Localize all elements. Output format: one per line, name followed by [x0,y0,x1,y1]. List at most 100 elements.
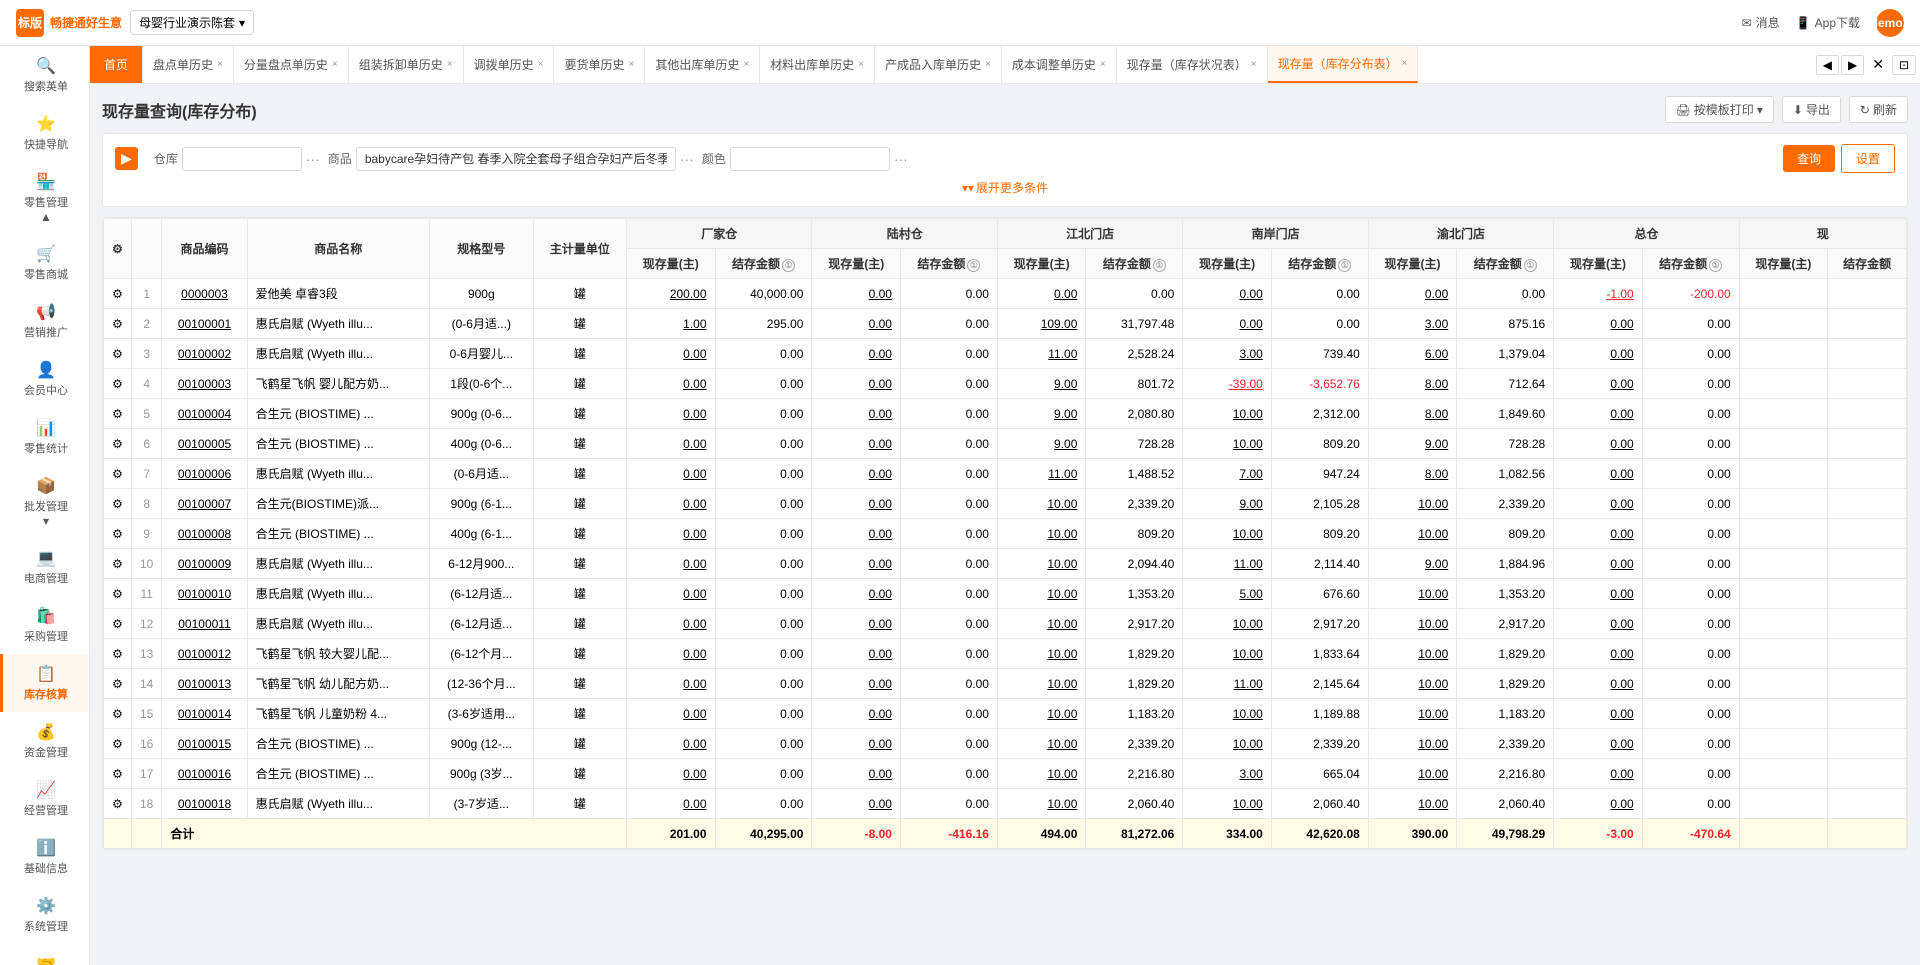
row-code[interactable]: 00100005 [162,429,247,459]
row-wh3-qty[interactable]: 0.00 [1183,309,1271,339]
row-code[interactable]: 00100016 [162,759,247,789]
close-batch-stocktake[interactable]: × [332,59,338,70]
row-code[interactable]: 00100006 [162,459,247,489]
row-code[interactable]: 00100018 [162,789,247,819]
query-btn[interactable]: 查询 [1783,145,1835,172]
row-wh2-qty[interactable]: 9.00 [997,399,1085,429]
row-wh1-qty[interactable]: 0.00 [812,549,900,579]
row-wh1-qty[interactable]: 0.00 [812,309,900,339]
sidebar-item-basic[interactable]: ℹ️ 基础信息 [0,828,89,886]
row-gear[interactable]: ⚙ [104,699,132,729]
row-wh5-qty[interactable]: 0.00 [1554,759,1642,789]
row-wh0-qty[interactable]: 0.00 [627,789,715,819]
expand-more-btn[interactable]: ▾▾ 展开更多条件 [962,179,1048,196]
app-download-btn[interactable]: 📱 App下载 [1796,14,1860,31]
row-code[interactable]: 00100014 [162,699,247,729]
row-gear[interactable]: ⚙ [104,639,132,669]
nav-next-btn[interactable]: ▶ [1841,55,1864,75]
row-gear[interactable]: ⚙ [104,789,132,819]
row-wh5-qty[interactable]: 0.00 [1554,789,1642,819]
row-gear[interactable]: ⚙ [104,579,132,609]
row-wh2-qty[interactable]: 10.00 [997,519,1085,549]
row-wh1-qty[interactable]: 0.00 [812,519,900,549]
row-wh3-qty[interactable]: 0.00 [1183,279,1271,309]
row-gear[interactable]: ⚙ [104,309,132,339]
print-btn[interactable]: 🖨 按模板打印 ▾ [1665,96,1774,123]
sidebar-item-ecommerce[interactable]: 💻 电商管理 [0,538,89,596]
row-wh1-qty[interactable]: 0.00 [812,729,900,759]
close-other-out[interactable]: × [743,59,749,70]
sidebar-item-marketing[interactable]: 📢 营销推广 [0,292,89,350]
row-wh5-qty[interactable]: 0.00 [1554,429,1642,459]
row-wh5-qty[interactable]: 0.00 [1554,519,1642,549]
row-code[interactable]: 00100011 [162,609,247,639]
row-wh4-qty[interactable]: 10.00 [1368,639,1456,669]
row-code[interactable]: 00100009 [162,549,247,579]
row-wh4-qty[interactable]: 8.00 [1368,459,1456,489]
row-wh4-qty[interactable]: 10.00 [1368,729,1456,759]
tab-material-out[interactable]: 材料出库单历史 × [760,46,875,83]
row-wh1-qty[interactable]: 0.00 [812,339,900,369]
row-wh4-qty[interactable]: 10.00 [1368,699,1456,729]
close-assembly[interactable]: × [447,59,453,70]
sidebar-item-collab[interactable]: 🤝 企业协同 [0,944,89,965]
row-code[interactable]: 00100004 [162,399,247,429]
row-wh4-qty[interactable]: 10.00 [1368,489,1456,519]
row-gear[interactable]: ⚙ [104,549,132,579]
color-input[interactable] [730,147,890,171]
row-wh5-qty[interactable]: 0.00 [1554,609,1642,639]
row-wh2-qty[interactable]: 10.00 [997,789,1085,819]
row-wh4-qty[interactable]: 10.00 [1368,519,1456,549]
row-wh1-qty[interactable]: 0.00 [812,459,900,489]
warehouse-dots[interactable]: ··· [306,151,320,167]
tab-stock-status[interactable]: 现存量（库存状况表） × [1117,46,1268,83]
message-btn[interactable]: ✉ 消息 [1742,14,1780,31]
close-stock-dist[interactable]: × [1402,58,1408,69]
row-wh5-qty[interactable]: 0.00 [1554,309,1642,339]
row-wh3-qty[interactable]: 10.00 [1183,729,1271,759]
row-wh5-qty[interactable]: -1.00 [1554,279,1642,309]
row-wh3-qty[interactable]: 10.00 [1183,639,1271,669]
sidebar-item-member[interactable]: 👤 会员中心 [0,350,89,408]
row-wh5-qty[interactable]: 0.00 [1554,669,1642,699]
lucun-amt-info[interactable]: ① [967,259,980,272]
tab-product-in[interactable]: 产成品入库单历史 × [875,46,1002,83]
row-wh1-qty[interactable]: 0.00 [812,759,900,789]
row-wh5-qty[interactable]: 0.00 [1554,729,1642,759]
row-gear[interactable]: ⚙ [104,669,132,699]
row-wh3-qty[interactable]: 7.00 [1183,459,1271,489]
row-wh2-qty[interactable]: 10.00 [997,579,1085,609]
close-all-tabs-btn[interactable]: ✕ [1866,54,1890,75]
refresh-btn[interactable]: ↻ 刷新 [1849,96,1908,123]
row-wh4-qty[interactable]: 10.00 [1368,789,1456,819]
sidebar-item-mall[interactable]: 🛒 零售商城 [0,234,89,292]
sidebar-item-wholesale[interactable]: 📦 批发管理 ▾ [0,466,89,538]
row-wh3-qty[interactable]: 3.00 [1183,759,1271,789]
row-wh3-qty[interactable]: 10.00 [1183,789,1271,819]
row-wh0-qty[interactable]: 0.00 [627,459,715,489]
tab-stock-dist[interactable]: 现存量（库存分布表） × [1268,46,1419,83]
close-product-in[interactable]: × [985,59,991,70]
user-menu-btn[interactable]: demo2 [1876,9,1904,37]
row-wh1-qty[interactable]: 0.00 [812,609,900,639]
row-wh5-qty[interactable]: 0.00 [1554,399,1642,429]
nav-prev-btn[interactable]: ◀ [1816,55,1839,75]
sidebar-item-system[interactable]: ⚙️ 系统管理 [0,886,89,944]
row-wh2-qty[interactable]: 10.00 [997,699,1085,729]
close-requisition[interactable]: × [628,59,634,70]
row-wh5-qty[interactable]: 0.00 [1554,579,1642,609]
row-wh3-qty[interactable]: 10.00 [1183,609,1271,639]
row-wh0-qty[interactable]: 0.00 [627,699,715,729]
tab-stocktake[interactable]: 盘点单历史 × [143,46,234,83]
row-wh1-qty[interactable]: 0.00 [812,669,900,699]
sidebar-item-inventory[interactable]: 📋 库存核算 [0,654,89,712]
close-transfer[interactable]: × [538,59,544,70]
row-wh2-qty[interactable]: 10.00 [997,549,1085,579]
warehouse-input[interactable] [182,147,302,171]
row-wh3-qty[interactable]: 10.00 [1183,699,1271,729]
row-wh3-qty[interactable]: 11.00 [1183,669,1271,699]
filter-collapse-btn[interactable]: ▶ [115,147,138,170]
sidebar-item-business[interactable]: 📈 经营管理 [0,770,89,828]
row-wh3-qty[interactable]: 5.00 [1183,579,1271,609]
sidebar-item-stats[interactable]: 📊 零售统计 [0,408,89,466]
